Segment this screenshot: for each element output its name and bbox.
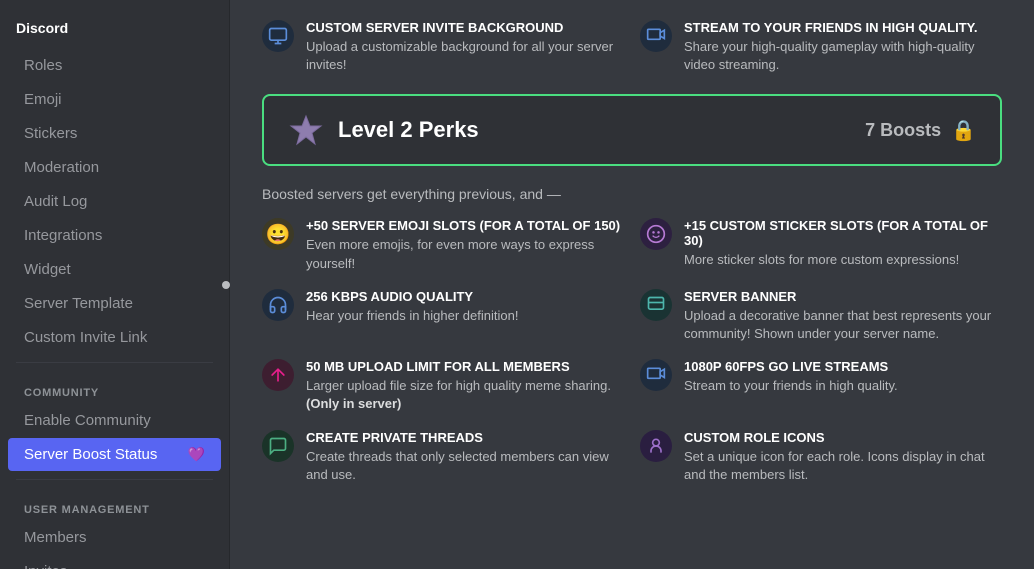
top-perks-section: CUSTOM SERVER INVITE BACKGROUND Upload a… [262, 20, 1002, 74]
perk-item-role-icons: CUSTOM ROLE ICONS Set a unique icon for … [640, 430, 1002, 484]
sidebar-item-label: Server Template [24, 295, 133, 312]
perk-icon-emoji: 😀 [262, 218, 294, 250]
perk-icon-audio [262, 289, 294, 321]
perk-item-emoji-slots: 😀 +50 SERVER EMOJI SLOTS (FOR A TOTAL OF… [262, 218, 624, 272]
perk-desc: More sticker slots for more custom expre… [684, 251, 1002, 269]
boost-icon: 💜 [188, 446, 205, 463]
perk-title: 50 MB UPLOAD LIMIT FOR ALL MEMBERS [306, 359, 624, 374]
perk-title: SERVER BANNER [684, 289, 1002, 304]
sidebar-item-members[interactable]: Members [8, 521, 221, 554]
perk-title: CREATE PRIVATE THREADS [306, 430, 624, 445]
lock-icon: 🔒 [951, 118, 976, 143]
perk-icon-banner [640, 289, 672, 321]
sidebar-item-stickers[interactable]: Stickers [8, 117, 221, 150]
level-banner-right: 7 Boosts 🔒 [865, 118, 976, 143]
perk-icon-threads [262, 430, 294, 462]
sidebar-item-label: Enable Community [24, 412, 151, 429]
sidebar-item-widget[interactable]: Widget [8, 253, 221, 286]
perk-icon-sticker [640, 218, 672, 250]
sidebar-item-label: Widget [24, 261, 71, 278]
level-title: Level 2 Perks [338, 117, 479, 143]
perk-icon-upload [262, 359, 294, 391]
sidebar-item-integrations[interactable]: Integrations [8, 219, 221, 252]
scroll-indicator [222, 281, 230, 289]
sidebar-item-label: Custom Invite Link [24, 329, 147, 346]
perk-title: +15 CUSTOM STICKER SLOTS (FOR A TOTAL OF… [684, 218, 1002, 248]
perk-icon [262, 20, 294, 52]
sidebar-item-audit-log[interactable]: Audit Log [8, 185, 221, 218]
perk-content: 256 KBPS AUDIO QUALITY Hear your friends… [306, 289, 518, 325]
level-banner-left: Level 2 Perks [288, 112, 479, 148]
perk-content: CREATE PRIVATE THREADS Create threads th… [306, 430, 624, 484]
perk-desc: Upload a customizable background for all… [306, 38, 624, 74]
boost-count: 7 Boosts [865, 120, 941, 141]
sidebar-item-server-boost-status[interactable]: Server Boost Status 💜 [8, 438, 221, 471]
sidebar-item-server-template[interactable]: Server Template [8, 287, 221, 320]
sidebar-item-label: Emoji [24, 91, 62, 108]
perk-content: CUSTOM SERVER INVITE BACKGROUND Upload a… [306, 20, 624, 74]
perks-grid: 😀 +50 SERVER EMOJI SLOTS (FOR A TOTAL OF… [262, 218, 1002, 484]
level-icon [288, 112, 324, 148]
perk-content: CUSTOM ROLE ICONS Set a unique icon for … [684, 430, 1002, 484]
main-content: CUSTOM SERVER INVITE BACKGROUND Upload a… [230, 0, 1034, 569]
sidebar-item-emoji[interactable]: Emoji [8, 83, 221, 116]
community-section-label: COMMUNITY [8, 371, 221, 403]
sidebar-item-roles[interactable]: Roles [8, 49, 221, 82]
sidebar-divider-2 [16, 479, 213, 480]
perk-desc: Upload a decorative banner that best rep… [684, 307, 1002, 343]
boosted-text: Boosted servers get everything previous,… [262, 186, 1002, 202]
perk-icon [640, 20, 672, 52]
perk-content: +15 CUSTOM STICKER SLOTS (FOR A TOTAL OF… [684, 218, 1002, 269]
perk-item-upload-limit: 50 MB UPLOAD LIMIT FOR ALL MEMBERS Large… [262, 359, 624, 413]
perk-title: 256 KBPS AUDIO QUALITY [306, 289, 518, 304]
sidebar-item-moderation[interactable]: Moderation [8, 151, 221, 184]
sidebar-item-label: Members [24, 529, 87, 546]
perk-desc: Create threads that only selected member… [306, 448, 624, 484]
sidebar-divider [16, 362, 213, 363]
sidebar-item-label: Invites [24, 563, 67, 569]
perk-title: CUSTOM ROLE ICONS [684, 430, 1002, 445]
perk-content: STREAM TO YOUR FRIENDS IN HIGH QUALITY. … [684, 20, 1002, 74]
perk-content: 50 MB UPLOAD LIMIT FOR ALL MEMBERS Large… [306, 359, 624, 413]
sidebar-item-label: Moderation [24, 159, 99, 176]
perk-content: SERVER BANNER Upload a decorative banner… [684, 289, 1002, 343]
perk-item-server-banner: SERVER BANNER Upload a decorative banner… [640, 289, 1002, 343]
sidebar-item-invites[interactable]: Invites [8, 555, 221, 569]
sidebar: Discord Roles Emoji Stickers Moderation … [0, 0, 230, 569]
level-banner: Level 2 Perks 7 Boosts 🔒 [262, 94, 1002, 166]
perk-item-go-live: 1080P 60FPS GO LIVE STREAMS Stream to yo… [640, 359, 1002, 413]
discord-logo: Discord [0, 8, 229, 48]
user-management-section-label: USER MANAGEMENT [8, 488, 221, 520]
perk-desc: Even more emojis, for even more ways to … [306, 236, 624, 272]
perk-item-audio-quality: 256 KBPS AUDIO QUALITY Hear your friends… [262, 289, 624, 343]
sidebar-item-label: Roles [24, 57, 62, 74]
perk-title: STREAM TO YOUR FRIENDS IN HIGH QUALITY. [684, 20, 1002, 35]
sidebar-item-label: Audit Log [24, 193, 87, 210]
perk-desc: Share your high-quality gameplay with hi… [684, 38, 1002, 74]
perk-content: 1080P 60FPS GO LIVE STREAMS Stream to yo… [684, 359, 898, 395]
perk-title: CUSTOM SERVER INVITE BACKGROUND [306, 20, 624, 35]
perk-item: STREAM TO YOUR FRIENDS IN HIGH QUALITY. … [640, 20, 1002, 74]
perk-desc: Larger upload file size for high quality… [306, 377, 624, 413]
sidebar-item-enable-community[interactable]: Enable Community [8, 404, 221, 437]
sidebar-item-label: Integrations [24, 227, 102, 244]
perk-item-private-threads: CREATE PRIVATE THREADS Create threads th… [262, 430, 624, 484]
perk-item-sticker-slots: +15 CUSTOM STICKER SLOTS (FOR A TOTAL OF… [640, 218, 1002, 272]
perk-desc: Stream to your friends in high quality. [684, 377, 898, 395]
perk-title: +50 SERVER EMOJI SLOTS (FOR A TOTAL OF 1… [306, 218, 624, 233]
perk-item: CUSTOM SERVER INVITE BACKGROUND Upload a… [262, 20, 624, 74]
sidebar-item-label: Stickers [24, 125, 77, 142]
perk-desc: Set a unique icon for each role. Icons d… [684, 448, 1002, 484]
perk-note: (Only in server) [306, 396, 401, 411]
perk-icon-golive [640, 359, 672, 391]
perk-icon-roles [640, 430, 672, 462]
sidebar-item-custom-invite-link[interactable]: Custom Invite Link [8, 321, 221, 354]
perk-title: 1080P 60FPS GO LIVE STREAMS [684, 359, 898, 374]
perk-content: +50 SERVER EMOJI SLOTS (FOR A TOTAL OF 1… [306, 218, 624, 272]
sidebar-item-label: Server Boost Status [24, 446, 157, 463]
perk-desc: Hear your friends in higher definition! [306, 307, 518, 325]
